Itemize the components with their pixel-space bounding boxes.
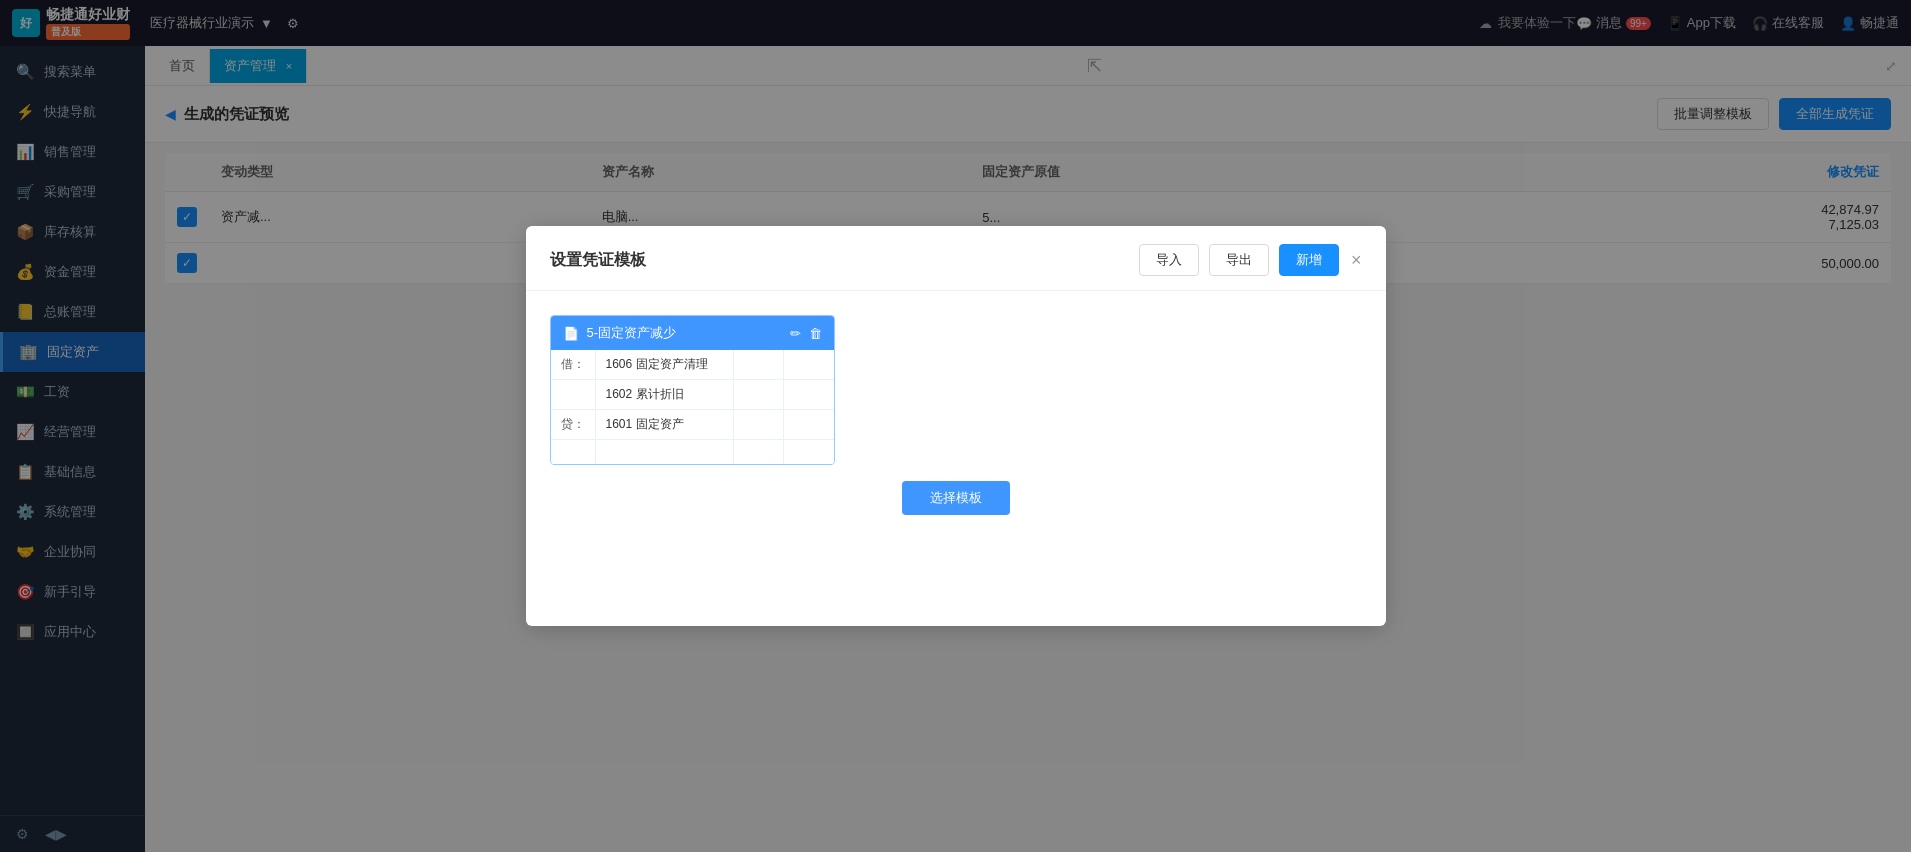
edit-icon[interactable]: ✏ xyxy=(790,326,801,341)
template-card: 📄 5-固定资产减少 ✏ 🗑 借： 1606 固定资产清理 xyxy=(550,315,835,465)
amount-col-5 xyxy=(734,410,784,440)
template-row: 贷： 1601 固定资产 xyxy=(551,410,834,440)
amount-col-2 xyxy=(784,350,834,380)
export-btn[interactable]: 导出 xyxy=(1209,244,1269,276)
template-file-icon: 📄 xyxy=(563,326,579,341)
template-header-left: 📄 5-固定资产减少 xyxy=(563,324,677,342)
template-table: 借： 1606 固定资产清理 1602 累计折旧 贷： xyxy=(551,350,834,464)
amount-col-6 xyxy=(784,410,834,440)
modal-header: 设置凭证模板 导入 导出 新增 × xyxy=(526,226,1386,291)
amount-col-1 xyxy=(734,350,784,380)
entry-type-debit: 借： xyxy=(551,350,596,380)
new-btn[interactable]: 新增 xyxy=(1279,244,1339,276)
amount-col-4 xyxy=(784,380,834,410)
template-action-icons: ✏ 🗑 xyxy=(790,326,822,341)
account-code-3: 1601 固定资产 xyxy=(595,410,734,440)
amount-col-3 xyxy=(734,380,784,410)
import-btn[interactable]: 导入 xyxy=(1139,244,1199,276)
account-code-1: 1606 固定资产清理 xyxy=(595,350,734,380)
select-template-btn[interactable]: 选择模板 xyxy=(902,481,1010,515)
template-row-empty xyxy=(551,440,834,464)
modal-body: 📄 5-固定资产减少 ✏ 🗑 借： 1606 固定资产清理 xyxy=(526,291,1386,539)
entry-type-empty xyxy=(551,380,596,410)
entry-type-credit: 贷： xyxy=(551,410,596,440)
delete-icon[interactable]: 🗑 xyxy=(809,326,822,341)
modal-header-actions: 导入 导出 新增 xyxy=(1139,244,1339,276)
template-card-header: 📄 5-固定资产减少 ✏ 🗑 xyxy=(551,316,834,350)
template-row: 1602 累计折旧 xyxy=(551,380,834,410)
account-code-2: 1602 累计折旧 xyxy=(595,380,734,410)
voucher-template-modal: 设置凭证模板 导入 导出 新增 × 📄 5-固定资产减少 ✏ 🗑 xyxy=(526,226,1386,626)
modal-close-btn[interactable]: × xyxy=(1351,250,1362,271)
template-name: 5-固定资产减少 xyxy=(587,324,677,342)
modal-title: 设置凭证模板 xyxy=(550,250,646,271)
template-card-body: 借： 1606 固定资产清理 1602 累计折旧 贷： xyxy=(551,350,834,464)
template-row: 借： 1606 固定资产清理 xyxy=(551,350,834,380)
